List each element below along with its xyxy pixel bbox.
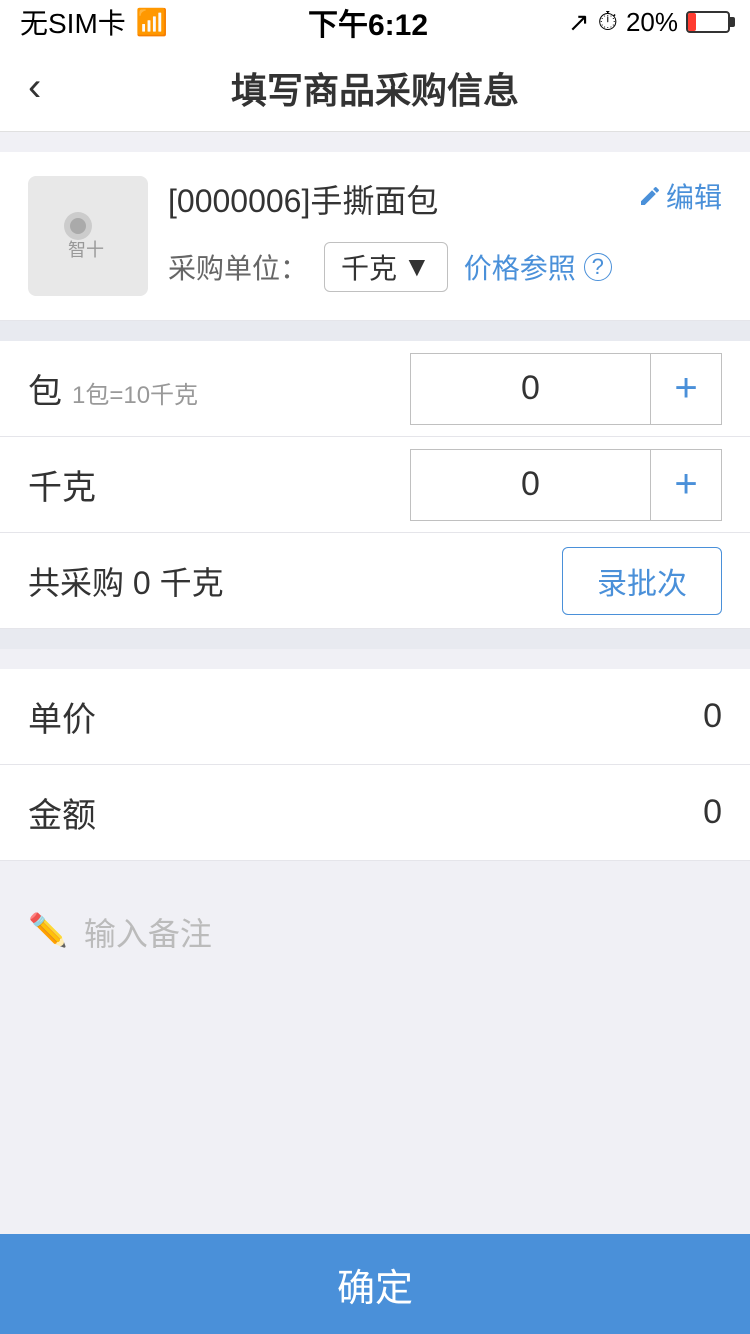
wifi-icon: 📶 — [136, 7, 168, 38]
status-left: 无SIM卡 📶 — [20, 2, 168, 42]
product-image: 智十 — [28, 176, 148, 296]
bao-control: + — [410, 353, 722, 425]
amount-value: 0 — [703, 793, 722, 832]
carrier-text: 无SIM卡 — [20, 2, 126, 42]
nav-bar: ‹ 填写商品采购信息 — [0, 44, 750, 132]
total-row: 共采购 0 千克 录批次 — [0, 533, 750, 629]
product-header: [0000006]手撕面包 编辑 — [168, 176, 722, 222]
bao-sublabel: 1包=10千克 — [72, 375, 198, 410]
battery-icon — [686, 11, 730, 33]
status-right: ↗ ⏱ 20% — [568, 6, 730, 38]
bao-label: 包 1包=10千克 — [28, 364, 198, 413]
kg-plus-button[interactable]: + — [650, 449, 722, 521]
kg-input[interactable] — [410, 449, 650, 521]
unit-label: 采购单位： — [168, 247, 308, 287]
status-bar: 无SIM卡 📶 下午6:12 ↗ ⏱ 20% — [0, 0, 750, 44]
bao-plus-button[interactable]: + — [650, 353, 722, 425]
notes-section[interactable]: ✏️ 输入备注 — [0, 881, 750, 1201]
back-button[interactable]: ‹ — [28, 65, 41, 110]
unit-select[interactable]: 千克 ▼ — [324, 242, 448, 292]
product-unit: 采购单位： 千克 ▼ 价格参照 ? — [168, 242, 722, 292]
product-name: [0000006]手撕面包 — [168, 176, 438, 222]
page-title: 填写商品采购信息 — [231, 62, 519, 114]
help-icon: ? — [584, 253, 612, 281]
divider-1 — [0, 321, 750, 341]
bao-input[interactable] — [410, 353, 650, 425]
batch-button[interactable]: 录批次 — [562, 547, 722, 615]
total-amount: 0 — [133, 565, 160, 601]
product-info: [0000006]手撕面包 编辑 采购单位： 千克 ▼ 价格参照 ? — [168, 176, 722, 292]
product-card: 智十 [0000006]手撕面包 编辑 采购单位： 千克 ▼ 价格参照 ? — [0, 152, 750, 321]
amount-row: 金额 0 — [0, 765, 750, 861]
bao-row: 包 1包=10千克 + — [0, 341, 750, 437]
input-section: 包 1包=10千克 + 千克 + 共采购 0 千克 录批次 — [0, 341, 750, 629]
price-ref-btn[interactable]: 价格参照 ? — [464, 247, 612, 287]
divider-2 — [0, 629, 750, 649]
notes-placeholder: 输入备注 — [84, 909, 212, 955]
unit-price-value: 0 — [703, 697, 722, 736]
unit-price-label: 单价 — [28, 692, 96, 741]
kg-label: 千克 — [28, 460, 96, 509]
pencil-icon: ✏️ — [28, 911, 68, 949]
location-icon: ↗ — [568, 7, 590, 38]
price-section: 单价 0 金额 0 — [0, 669, 750, 861]
confirm-button[interactable]: 确定 — [0, 1234, 750, 1334]
status-time: 下午6:12 — [308, 0, 428, 44]
dropdown-icon: ▼ — [403, 251, 431, 283]
kg-control: + — [410, 449, 722, 521]
amount-label: 金额 — [28, 788, 96, 837]
svg-text:智十: 智十 — [68, 240, 104, 260]
kg-row: 千克 + — [0, 437, 750, 533]
edit-button[interactable]: 编辑 — [638, 176, 722, 216]
unit-price-row: 单价 0 — [0, 669, 750, 765]
alarm-icon: ⏱ — [598, 6, 618, 38]
battery-percentage: 20% — [626, 7, 678, 38]
total-text: 共采购 0 千克 — [28, 558, 224, 604]
